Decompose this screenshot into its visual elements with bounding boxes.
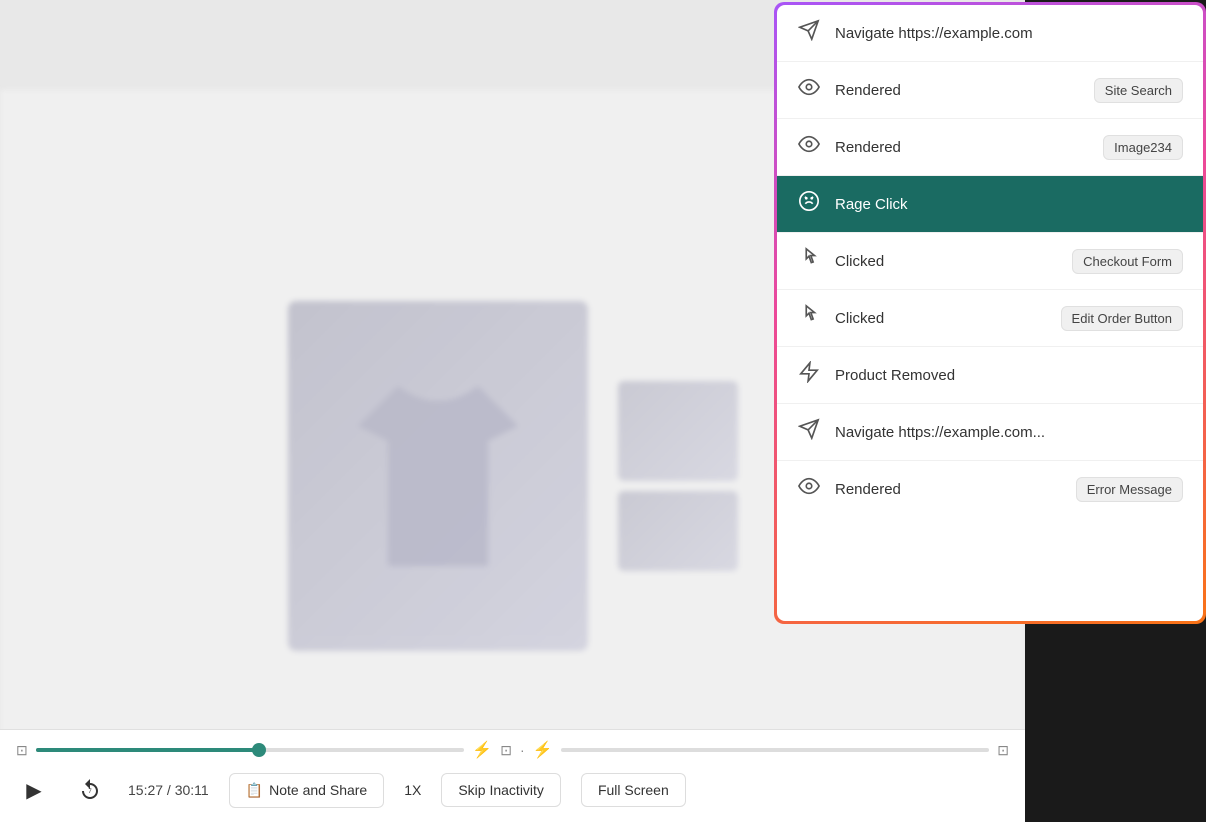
timeline-right[interactable] [561,748,990,752]
thumb-1 [618,381,738,481]
event-badge-clicked-2: Edit Order Button [1061,306,1183,331]
event-icon-clicked-1 [797,247,821,275]
event-icon-clicked-2 [797,304,821,332]
full-screen-button[interactable]: Full Screen [581,773,686,807]
tshirt-main-image [288,301,588,651]
event-badge-rendered-3: Error Message [1076,477,1183,502]
speed-button[interactable]: 1X [404,782,421,798]
timeline-bolt-1: ⚡ [472,740,492,760]
tshirt-svg [338,366,538,586]
event-badge-rendered-2: Image234 [1103,135,1183,160]
note-icon: 📋 [246,782,263,799]
event-badge-clicked-1: Checkout Form [1072,249,1183,274]
event-icon-navigate-1 [797,19,821,47]
event-item-rendered-1[interactable]: Rendered Site Search [777,62,1203,119]
event-item-navigate-1[interactable]: Navigate https://example.com [777,5,1203,62]
event-label-rendered-3: Rendered [835,481,1062,498]
event-item-product-removed[interactable]: Product Removed [777,347,1203,404]
replay-7-button[interactable]: 7 [72,772,108,808]
timeline-fill [36,748,259,752]
event-icon-rendered-1 [797,76,821,104]
event-item-rendered-2[interactable]: Rendered Image234 [777,119,1203,176]
event-label-navigate-1: Navigate https://example.com [835,25,1183,42]
event-label-product-removed: Product Removed [835,367,1183,384]
event-icon-rendered-2 [797,133,821,161]
svg-text:7: 7 [88,789,92,795]
events-panel: Navigate https://example.com Rendered Si… [777,5,1203,621]
timeline-bolt-2: ⚡ [533,740,553,760]
player-controls: ⊡ ⚡ ⊡ · ⚡ ⊡ ▶ 7 15:27 / 30:11 [0,729,1025,822]
timeline-separator: · [520,742,525,758]
timeline-bar[interactable]: ⊡ ⚡ ⊡ · ⚡ ⊡ [0,730,1025,764]
timeline-page-icon: ⊡ [500,742,512,759]
event-item-clicked-2[interactable]: Clicked Edit Order Button [777,290,1203,347]
event-item-navigate-2[interactable]: Navigate https://example.com... [777,404,1203,461]
event-icon-rage-click [797,190,821,218]
event-label-clicked-2: Clicked [835,310,1047,327]
note-share-button[interactable]: 📋 Note and Share [229,773,385,808]
event-label-navigate-2: Navigate https://example.com... [835,424,1183,441]
time-display: 15:27 / 30:11 [128,782,209,798]
tshirt-thumbnails [618,381,738,571]
controls-row: ▶ 7 15:27 / 30:11 📋 Note and Share 1X Sk… [0,764,1025,822]
event-item-rage-click[interactable]: Rage Click [777,176,1203,233]
timeline-start-icon: ⊡ [16,742,28,759]
events-panel-wrapper: Navigate https://example.com Rendered Si… [774,2,1206,624]
event-icon-rendered-3 [797,475,821,503]
event-item-clicked-1[interactable]: Clicked Checkout Form [777,233,1203,290]
event-item-rendered-3[interactable]: Rendered Error Message [777,461,1203,517]
skip-inactivity-label: Skip Inactivity [458,782,544,798]
events-list: Navigate https://example.com Rendered Si… [777,5,1203,517]
event-icon-navigate-2 [797,418,821,446]
timeline-end-icon: ⊡ [997,742,1009,759]
timeline-scrubber[interactable] [252,743,266,757]
timeline-track[interactable] [36,748,465,752]
replay-icon: 7 [78,778,102,802]
full-screen-label: Full Screen [598,782,669,798]
event-label-rendered-2: Rendered [835,139,1089,156]
thumb-2 [618,491,738,571]
play-button[interactable]: ▶ [16,772,52,808]
event-label-clicked-1: Clicked [835,253,1058,270]
event-label-rage-click: Rage Click [835,196,1183,213]
skip-inactivity-button[interactable]: Skip Inactivity [441,773,561,807]
event-icon-product-removed [797,361,821,389]
product-area [288,301,738,651]
event-badge-rendered-1: Site Search [1094,78,1183,103]
note-share-label: Note and Share [269,782,367,798]
event-label-rendered-1: Rendered [835,82,1080,99]
